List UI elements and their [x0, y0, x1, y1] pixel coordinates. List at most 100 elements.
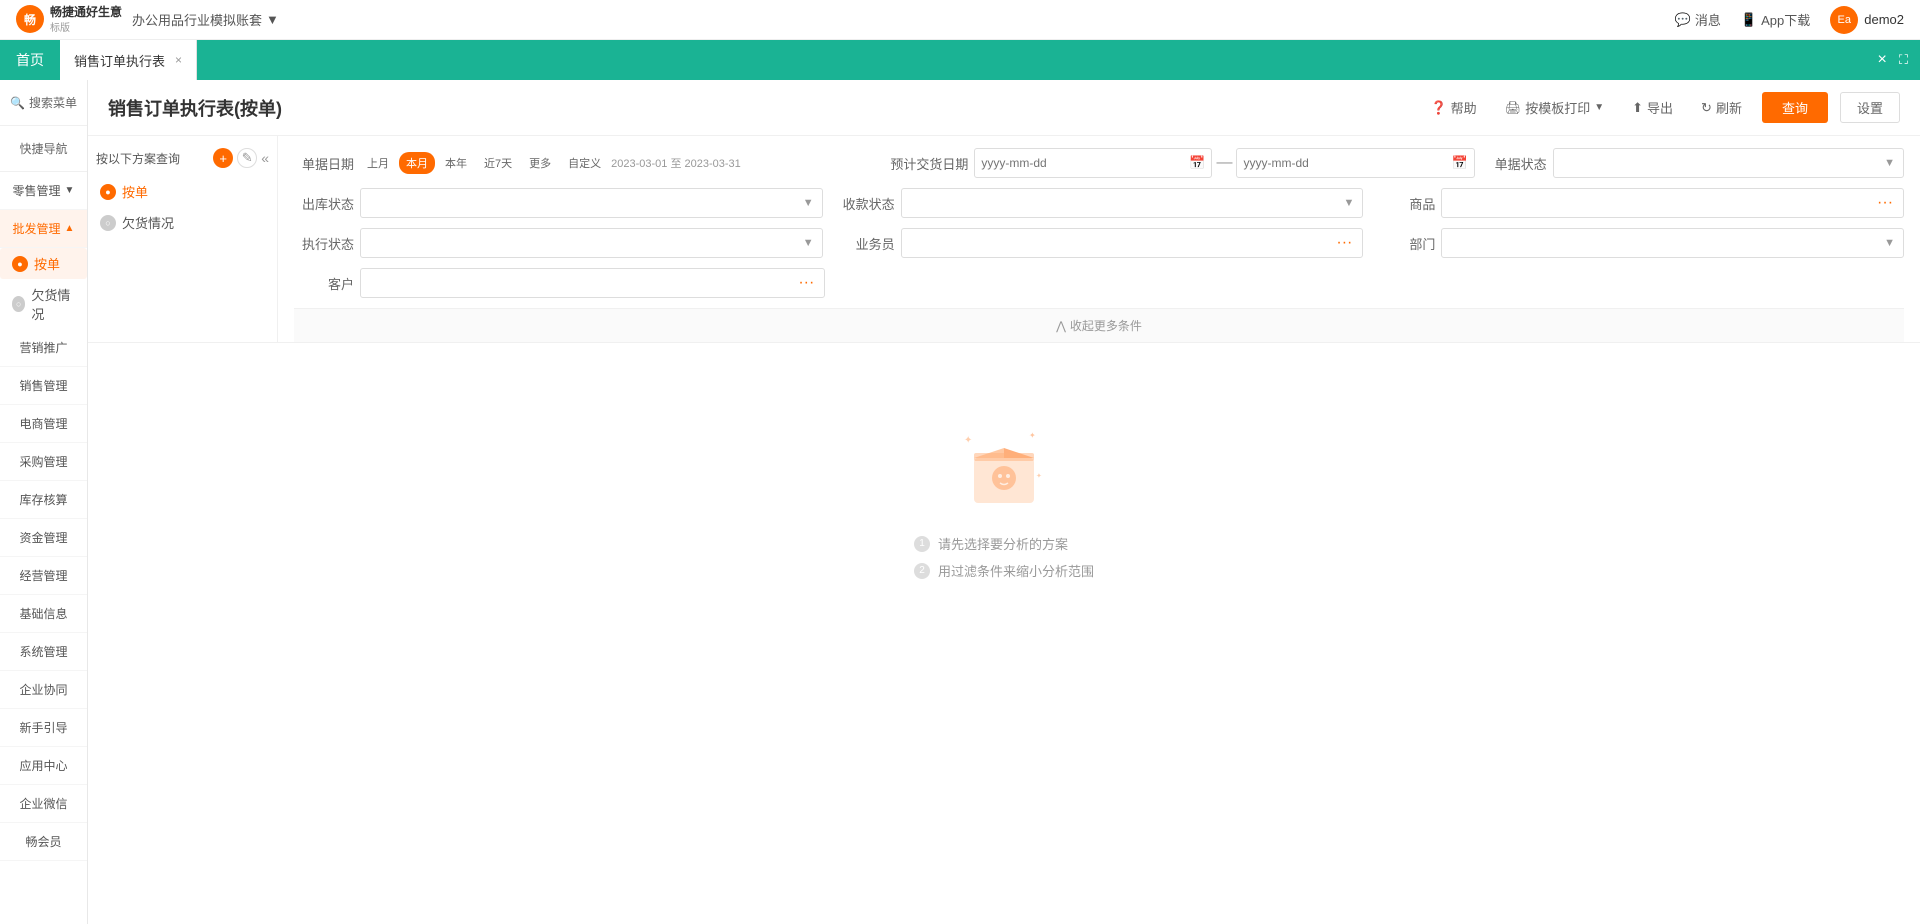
print-icon: 🖨	[1505, 100, 1522, 116]
sidebar-label-guide: 新手引导	[19, 719, 67, 736]
shortcut-nav-button[interactable]: 快捷导航	[8, 134, 79, 163]
empty-illustration: ✦ ✦ ✦	[954, 423, 1054, 518]
logo-text-block: 畅捷通好生意 标版	[50, 5, 122, 34]
search-menu-button[interactable]: 🔍 搜索菜单	[8, 88, 79, 117]
receive-status-select[interactable]: ▼	[901, 188, 1364, 218]
goods-input[interactable]	[1448, 196, 1869, 210]
sidebar-item-inventory[interactable]: 库存核算	[0, 481, 87, 519]
tab-maximize-button[interactable]: ⛶	[1895, 48, 1912, 72]
scheme-item-jidan[interactable]: ● 按单	[96, 176, 269, 207]
message-action[interactable]: 💬 消息	[1675, 10, 1721, 29]
sidebar-item-wholesale[interactable]: 批发管理 ▲	[0, 210, 87, 248]
edit-scheme-button[interactable]: ✎	[237, 148, 257, 168]
expected-date-label: 预计交货日期	[890, 154, 968, 173]
exec-status-select[interactable]: ▼	[360, 228, 823, 258]
bill-status-label: 单据状态	[1487, 154, 1547, 173]
date-more-btn[interactable]: 更多	[522, 152, 558, 174]
tab-sales-execution[interactable]: 销售订单执行表 ×	[60, 40, 197, 80]
user-area[interactable]: Ea demo2	[1830, 6, 1904, 34]
sidebar-item-operation[interactable]: 经营管理	[0, 557, 87, 595]
date-this-year-btn[interactable]: 本年	[438, 152, 474, 174]
sidebar-item-purchase[interactable]: 采购管理	[0, 443, 87, 481]
query-button[interactable]: 查询	[1762, 92, 1828, 123]
help-icon: ❓	[1430, 100, 1446, 116]
scheme-label-qianhuo: 欠货情况	[122, 213, 174, 232]
sidebar-label-enterprise: 企业协同	[19, 681, 67, 698]
industry-selector[interactable]: 办公用品行业模拟账套 ▼	[132, 10, 279, 29]
settings-button[interactable]: 设置	[1840, 92, 1900, 123]
filter-row-3: 执行状态 ▼ 业务员 ···	[294, 228, 1904, 258]
customer-field: 客户 ···	[294, 268, 825, 298]
sidebar-sub-item-jidan[interactable]: ● 按单	[0, 248, 87, 279]
empty-text-list: 1 请先选择要分析的方案 2 用过滤条件来缩小分析范围	[914, 534, 1094, 580]
sidebar-item-basic[interactable]: 基础信息	[0, 595, 87, 633]
department-select[interactable]: ▼	[1441, 228, 1904, 258]
tab-close-button[interactable]: ×	[1874, 47, 1891, 73]
sidebar-item-vip[interactable]: 畅会员	[0, 823, 87, 861]
expected-date-start-input[interactable]	[981, 156, 1185, 170]
salesman-input[interactable]	[908, 236, 1329, 250]
logo-subtext: 标版	[50, 19, 122, 34]
salesman-more-icon[interactable]: ···	[1332, 234, 1356, 252]
date-this-month-btn[interactable]: 本月	[399, 152, 435, 174]
sidebar-label-retail: 零售管理	[13, 182, 61, 199]
header-right: 💬 消息 📱 App下载 Ea demo2	[1675, 6, 1904, 34]
svg-text:✦: ✦	[1029, 431, 1036, 440]
sub-item-label-qianhuo: 欠货情况	[31, 285, 75, 323]
sidebar-label-inventory: 库存核算	[19, 491, 67, 508]
export-icon: ⬆	[1632, 100, 1643, 116]
goods-input-wrap: ···	[1441, 188, 1904, 218]
export-label: 导出	[1647, 98, 1673, 117]
out-status-select[interactable]: ▼	[360, 188, 823, 218]
chevron-down-icon-receive-status: ▼	[1343, 197, 1354, 209]
collapse-scheme-button[interactable]: «	[261, 148, 269, 168]
collapse-filter-bar[interactable]: ⋀ 收起更多条件	[294, 308, 1904, 342]
sidebar-item-retail[interactable]: 零售管理 ▼	[0, 172, 87, 210]
tab-home[interactable]: 首页	[0, 40, 60, 80]
date-custom-btn[interactable]: 自定义	[561, 152, 608, 174]
calendar-start-icon[interactable]: 📅	[1189, 155, 1205, 171]
sidebar-item-marketing[interactable]: 营销推广	[0, 329, 87, 367]
print-template-button[interactable]: 🖨 按模板打印 ▼	[1497, 94, 1612, 121]
empty-step-1: 1 请先选择要分析的方案	[914, 534, 1094, 553]
sidebar-item-guide[interactable]: 新手引导	[0, 709, 87, 747]
sidebar-item-finance[interactable]: 资金管理	[0, 519, 87, 557]
empty-state: ✦ ✦ ✦ 1 请先选择要分析的方案 2 用过滤条件来缩小分析范围	[88, 343, 1920, 660]
customer-more-icon[interactable]: ···	[794, 274, 818, 292]
empty-illustration-svg: ✦ ✦ ✦	[954, 423, 1054, 513]
help-button[interactable]: ❓ 帮助	[1422, 94, 1484, 121]
expected-date-end-input[interactable]	[1243, 156, 1447, 170]
scheme-section-label: 按以下方案查询	[96, 150, 180, 167]
sidebar-item-wechat[interactable]: 企业微信	[0, 785, 87, 823]
date-last-month-btn[interactable]: 上月	[360, 152, 396, 174]
step-num-2: 2	[914, 563, 930, 579]
sidebar-label-purchase: 采购管理	[19, 453, 67, 470]
sidebar-item-appstore[interactable]: 应用中心	[0, 747, 87, 785]
sidebar-label-vip: 畅会员	[25, 833, 61, 850]
header-left: 畅 畅捷通好生意 标版 办公用品行业模拟账套 ▼	[16, 5, 279, 34]
app-download-action[interactable]: 📱 App下载	[1741, 10, 1810, 29]
refresh-button[interactable]: ↻ 刷新	[1693, 94, 1750, 121]
message-label: 消息	[1695, 10, 1721, 29]
sidebar-item-sales[interactable]: 销售管理	[0, 367, 87, 405]
empty-step2-text: 用过滤条件来缩小分析范围	[938, 561, 1094, 580]
scheme-actions: + ✎ «	[213, 148, 269, 168]
sidebar-item-enterprise[interactable]: 企业协同	[0, 671, 87, 709]
goods-more-icon[interactable]: ···	[1873, 194, 1897, 212]
bill-status-select[interactable]: ▼	[1553, 148, 1904, 178]
tab-close-icon[interactable]: ×	[175, 53, 182, 67]
top-header: 畅 畅捷通好生意 标版 办公用品行业模拟账套 ▼ 💬 消息 📱 App下载 Ea…	[0, 0, 1920, 40]
print-arrow-icon: ▼	[1594, 102, 1604, 113]
export-button[interactable]: ⬆ 导出	[1624, 94, 1681, 121]
customer-label: 客户	[294, 274, 354, 293]
calendar-end-icon[interactable]: 📅	[1451, 155, 1467, 171]
sidebar-item-ecommerce[interactable]: 电商管理	[0, 405, 87, 443]
date-7days-btn[interactable]: 近7天	[477, 152, 519, 174]
scheme-item-qianhuo[interactable]: ○ 欠货情况	[96, 207, 269, 238]
sidebar-item-system[interactable]: 系统管理	[0, 633, 87, 671]
add-scheme-button[interactable]: +	[213, 148, 233, 168]
refresh-icon: ↻	[1701, 100, 1712, 116]
scheme-label-jidan: 按单	[122, 182, 148, 201]
sidebar-sub-item-qianhuo[interactable]: ○ 欠货情况	[0, 279, 87, 329]
customer-input[interactable]	[367, 276, 790, 290]
